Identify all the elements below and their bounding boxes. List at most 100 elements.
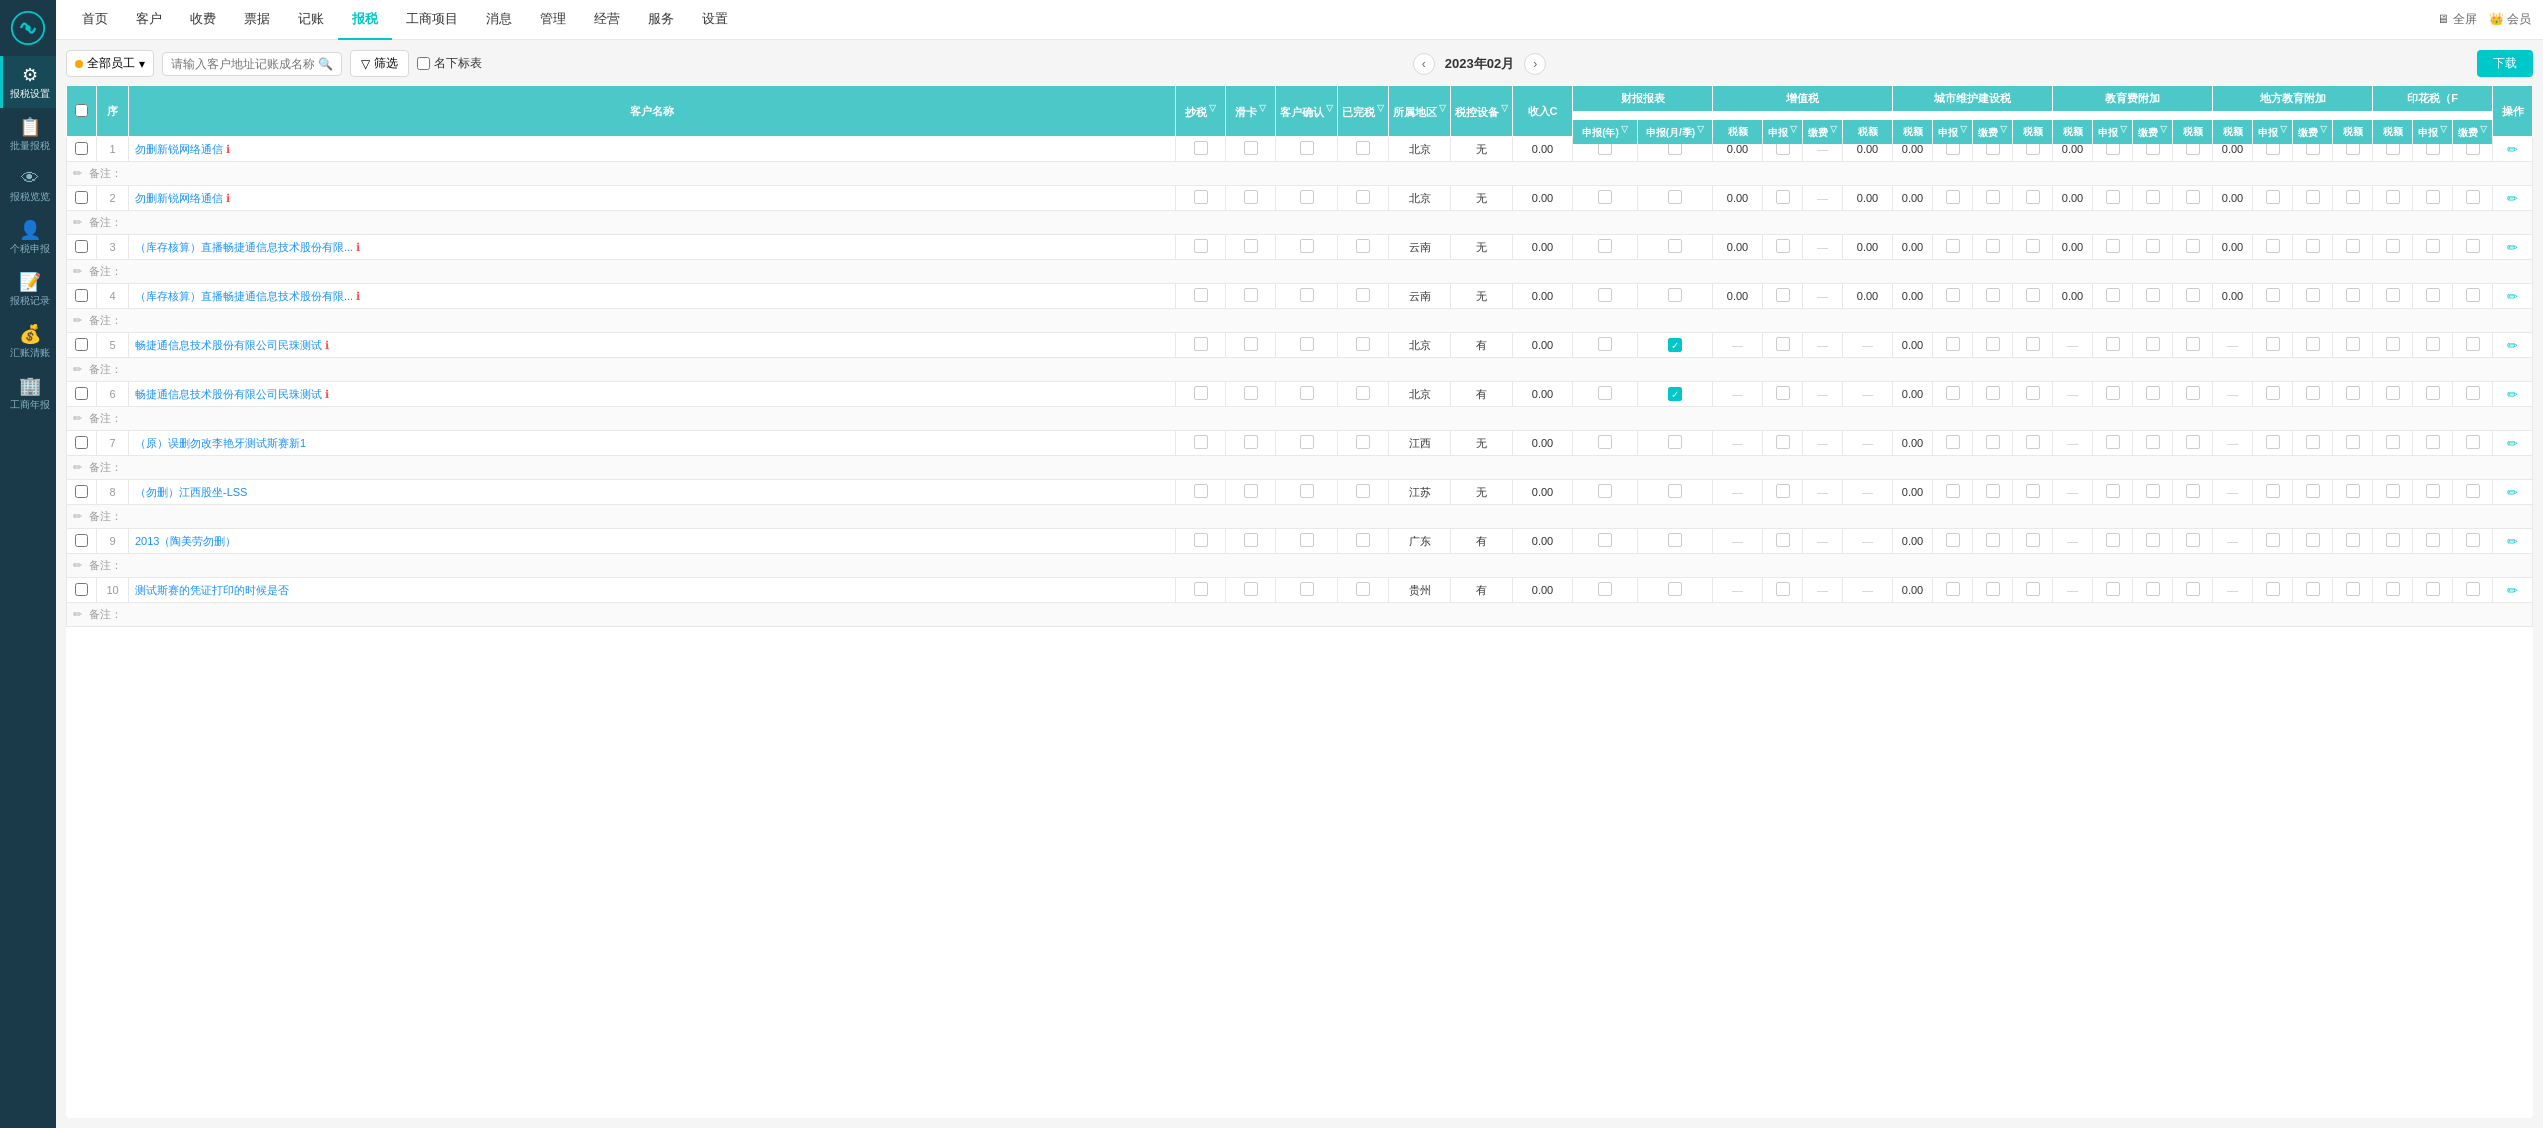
cs-sb-cell[interactable]: [1933, 284, 1973, 309]
remark-cell[interactable]: ✏ 备注：: [67, 407, 2533, 431]
search-input[interactable]: [171, 57, 314, 71]
zs-jf-cell[interactable]: —: [1803, 382, 1843, 407]
remark-cell[interactable]: ✏ 备注：: [67, 358, 2533, 382]
zs-sb-cell[interactable]: [1763, 284, 1803, 309]
yh-sb-cell[interactable]: [2413, 333, 2453, 358]
cb-yue-cell[interactable]: [1638, 284, 1713, 309]
huaka-cell[interactable]: [1226, 186, 1276, 211]
edit-icon[interactable]: ✏: [2507, 191, 2518, 206]
chaoshui-cell[interactable]: [1176, 284, 1226, 309]
yh-sb-cell[interactable]: [2413, 431, 2453, 456]
edit-icon[interactable]: ✏: [2507, 534, 2518, 549]
edit-icon[interactable]: ✏: [2507, 387, 2518, 402]
row-checkbox[interactable]: [75, 191, 88, 204]
df-jf-cell[interactable]: [2293, 284, 2333, 309]
queren-cell[interactable]: [1276, 480, 1338, 505]
subh-cb-nian[interactable]: 申报(年)▽: [1573, 119, 1638, 144]
nav-item-jizh[interactable]: 记账: [284, 0, 338, 40]
df-jf-cell[interactable]: [2293, 235, 2333, 260]
cs-jf-cell[interactable]: [1973, 480, 2013, 505]
cs-jf-cell[interactable]: [1973, 431, 2013, 456]
remark-cell[interactable]: ✏ 备注：: [67, 162, 2533, 186]
zs-sb-cell[interactable]: [1763, 480, 1803, 505]
df-jf-cell[interactable]: [2293, 333, 2333, 358]
subh-cb-yue[interactable]: 申报(月/季)▽: [1638, 119, 1713, 144]
cb-nian-cell[interactable]: [1573, 235, 1638, 260]
jy-sb-cell[interactable]: [2093, 235, 2133, 260]
huaka-cell[interactable]: [1226, 529, 1276, 554]
cb-nian-cell[interactable]: [1573, 333, 1638, 358]
yh-sb-cell[interactable]: [2413, 480, 2453, 505]
sidebar-item-geren-shenbao[interactable]: 👤 个税申报: [0, 211, 56, 263]
download-button[interactable]: 下载: [2477, 50, 2533, 77]
jy-jf-cell[interactable]: [2133, 382, 2173, 407]
zs-jf-cell[interactable]: —: [1803, 480, 1843, 505]
subh-yh-sb[interactable]: 申报▽: [2413, 119, 2453, 144]
jy-jf-cell[interactable]: [2133, 333, 2173, 358]
yh-sb-cell[interactable]: [2413, 578, 2453, 603]
sidebar-item-gongshang-nianb[interactable]: 🏢 工商年报: [0, 367, 56, 419]
zs-jf-cell[interactable]: —: [1803, 431, 1843, 456]
edit-action[interactable]: ✏: [2493, 480, 2533, 505]
yibao-cell[interactable]: [1338, 333, 1389, 358]
queren-cell[interactable]: [1276, 333, 1338, 358]
next-month-button[interactable]: ›: [1524, 53, 1546, 75]
nav-item-guanli[interactable]: 管理: [526, 0, 580, 40]
jy-jf-cell[interactable]: [2133, 186, 2173, 211]
customer-name[interactable]: 勿删新锐网络通信ℹ: [129, 186, 1176, 211]
search-icon[interactable]: 🔍: [318, 57, 333, 71]
customer-name[interactable]: 测试斯赛的凭证打印的时候是否: [129, 578, 1176, 603]
edit-icon[interactable]: ✏: [2507, 240, 2518, 255]
subh-zs-jf[interactable]: 缴费▽: [1803, 119, 1843, 144]
remark-cell[interactable]: ✏ 备注：: [67, 554, 2533, 578]
row-checkbox[interactable]: [75, 485, 88, 498]
yh-jf-cell[interactable]: [2453, 529, 2493, 554]
col-header-suoshu[interactable]: 所属地区▽: [1389, 86, 1451, 137]
subh-jy-sb[interactable]: 申报▽: [2093, 119, 2133, 144]
remark-cell[interactable]: ✏ 备注：: [67, 260, 2533, 284]
nav-item-kehu[interactable]: 客户: [122, 0, 176, 40]
zs-sb-cell[interactable]: [1763, 529, 1803, 554]
subh-yh-jf[interactable]: 缴费▽: [2453, 119, 2493, 144]
cs-sb-cell[interactable]: [1933, 431, 1973, 456]
zs-jf-cell[interactable]: —: [1803, 284, 1843, 309]
chaoshui-cell[interactable]: [1176, 382, 1226, 407]
customer-name[interactable]: 畅捷通信息技术股份有限公司民珠测试ℹ: [129, 382, 1176, 407]
yh-jf-cell[interactable]: [2453, 333, 2493, 358]
chaoshui-cell[interactable]: [1176, 480, 1226, 505]
zs-jf-cell[interactable]: —: [1803, 333, 1843, 358]
cb-yue-cell[interactable]: ✓: [1638, 382, 1713, 407]
queren-cell[interactable]: [1276, 235, 1338, 260]
nav-item-fuwu[interactable]: 服务: [634, 0, 688, 40]
sidebar-item-baoshui-shezhi[interactable]: ⚙ 报税设置: [0, 56, 56, 108]
edit-icon[interactable]: ✏: [2507, 338, 2518, 353]
subh-df-jf[interactable]: 缴费▽: [2293, 119, 2333, 144]
sidebar-item-baoshui-jilu[interactable]: 📝 报税记录: [0, 263, 56, 315]
zs-sb-cell[interactable]: [1763, 382, 1803, 407]
df-sb-cell[interactable]: [2253, 529, 2293, 554]
edit-action[interactable]: ✏: [2493, 137, 2533, 162]
cs-jf-cell[interactable]: [1973, 333, 2013, 358]
row-select-cb[interactable]: [67, 137, 97, 162]
edit-icon[interactable]: ✏: [2507, 485, 2518, 500]
customer-name[interactable]: （原）误删勿改李艳牙测试斯赛新1: [129, 431, 1176, 456]
row-checkbox[interactable]: [75, 436, 88, 449]
yh-jf-cell[interactable]: [2453, 382, 2493, 407]
cs-sb-cell[interactable]: [1933, 333, 1973, 358]
cs-jf-cell[interactable]: [1973, 382, 2013, 407]
zs-sb-cell[interactable]: [1763, 431, 1803, 456]
col-header-shukong[interactable]: 税控设备▽: [1451, 86, 1513, 137]
customer-name[interactable]: （库存核算）直播畅捷通信息技术股份有限...ℹ: [129, 284, 1176, 309]
chaoshui-cell[interactable]: [1176, 186, 1226, 211]
edit-icon[interactable]: ✏: [2507, 436, 2518, 451]
sidebar-item-baoshui-lanlan[interactable]: 👁 报税览览: [0, 160, 56, 211]
cb-yue-cell[interactable]: [1638, 186, 1713, 211]
queren-cell[interactable]: [1276, 186, 1338, 211]
remark-cell[interactable]: ✏ 备注：: [67, 456, 2533, 480]
jy-jf-cell[interactable]: [2133, 578, 2173, 603]
jy-jf-cell[interactable]: [2133, 235, 2173, 260]
jy-sb-cell[interactable]: [2093, 529, 2133, 554]
edit-action[interactable]: ✏: [2493, 578, 2533, 603]
queren-cell[interactable]: [1276, 578, 1338, 603]
row-checkbox[interactable]: [75, 240, 88, 253]
